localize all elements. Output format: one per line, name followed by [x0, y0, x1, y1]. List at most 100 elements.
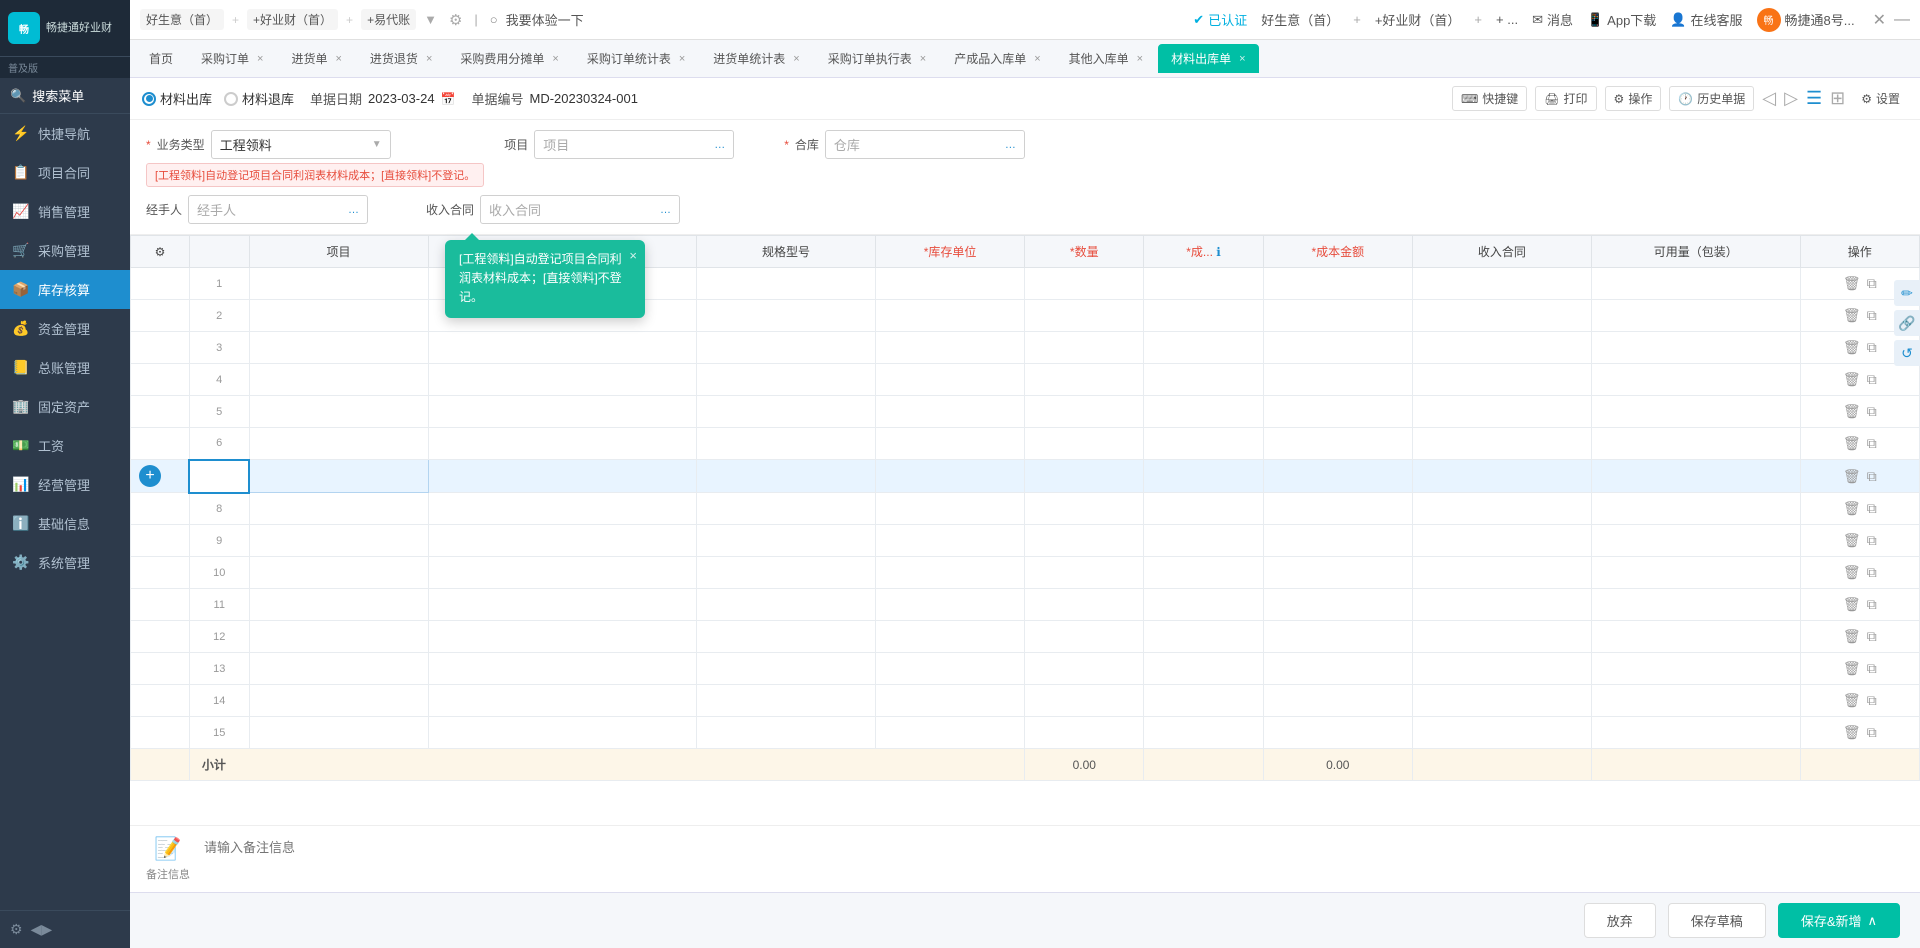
copy-icon-1[interactable]: ⧉ [1867, 275, 1877, 292]
td-cost-amount-5[interactable] [1263, 396, 1412, 428]
tab-close-goods-receipt[interactable]: × [335, 53, 341, 65]
td-u-14[interactable] [875, 685, 1024, 717]
td-av-10[interactable] [1591, 557, 1800, 589]
sidebar-item-finance[interactable]: 💰 资金管理 [0, 309, 130, 348]
td-sp-9[interactable] [696, 525, 875, 557]
td-quantity-2[interactable] [1025, 300, 1144, 332]
td-available-4[interactable] [1591, 364, 1800, 396]
topbar-tag-good2[interactable]: +好业财（首） [1375, 10, 1461, 29]
td-ca-11[interactable] [1263, 589, 1412, 621]
copy-icon-8[interactable]: ⧉ [1867, 500, 1877, 517]
warehouse-input[interactable]: 仓库 … [825, 130, 1025, 159]
td-cost-price-1[interactable] [1144, 268, 1263, 300]
sidebar-item-project[interactable]: 📋 项目合同 [0, 153, 130, 192]
delete-icon-6[interactable]: 🗑 [1843, 435, 1861, 452]
td-q-14[interactable] [1025, 685, 1144, 717]
td-cost-amount-6[interactable] [1263, 428, 1412, 460]
td-m-10[interactable] [428, 557, 696, 589]
sidebar-item-system[interactable]: ⚙️ 系统管理 [0, 543, 130, 582]
td-p-13[interactable] [249, 653, 428, 685]
sidebar-item-operations[interactable]: 📊 经营管理 [0, 465, 130, 504]
td-ic-12[interactable] [1412, 621, 1591, 653]
td-project-6[interactable] [249, 428, 428, 460]
quick-key-btn[interactable]: ⌨ 快捷键 [1452, 86, 1527, 111]
td-project-3[interactable] [249, 332, 428, 364]
td-m-14[interactable] [428, 685, 696, 717]
tab-goods-return[interactable]: 进货退货 × [357, 44, 445, 73]
nav-prev-icon[interactable]: ◁ [1762, 88, 1776, 109]
td-active-9[interactable] [1412, 460, 1591, 493]
tab-purchase-order[interactable]: 采购订单 × [188, 44, 276, 73]
tab-material-outbound[interactable]: 材料出库单 × [1158, 44, 1258, 73]
td-sp-11[interactable] [696, 589, 875, 621]
td-ic-9[interactable] [1412, 525, 1591, 557]
project-more-icon[interactable]: … [714, 139, 725, 151]
td-input-cell-1[interactable] [189, 460, 249, 493]
tab-close-purchase-stats[interactable]: × [679, 53, 685, 65]
td-q-9[interactable] [1025, 525, 1144, 557]
td-material-4[interactable] [428, 364, 696, 396]
copy-icon-add[interactable]: ⧉ [1867, 468, 1877, 485]
topbar-tag-3[interactable]: +易代账 [361, 9, 416, 30]
td-q-11[interactable] [1025, 589, 1144, 621]
td-p-12[interactable] [249, 621, 428, 653]
td-u-9[interactable] [875, 525, 1024, 557]
view-mode-grid-icon[interactable]: ⊞ [1830, 88, 1845, 109]
copy-icon-4[interactable]: ⧉ [1867, 371, 1877, 388]
td-input-cell-2[interactable] [249, 460, 428, 493]
topbar-tag-more[interactable]: + ... [1496, 12, 1518, 27]
topbar-tag-2[interactable]: +好业财（首） [247, 9, 338, 30]
radio-material-return[interactable]: 材料退库 [224, 89, 294, 108]
settings-gear-icon[interactable]: ⚙ [10, 921, 23, 938]
topbar-settings-icon[interactable]: ⚙ [449, 11, 462, 29]
delete-icon-13[interactable]: 🗑 [1843, 660, 1861, 677]
td-cp-11[interactable] [1144, 589, 1263, 621]
td-spec-2[interactable] [696, 300, 875, 332]
td-cost-amount-4[interactable] [1263, 364, 1412, 396]
calendar-icon[interactable]: 📅 [441, 92, 456, 106]
td-income-contract-1[interactable] [1412, 268, 1591, 300]
sidebar-item-ledger[interactable]: 📒 总账管理 [0, 348, 130, 387]
td-unit-6[interactable] [875, 428, 1024, 460]
td-spec-5[interactable] [696, 396, 875, 428]
delete-icon-9[interactable]: 🗑 [1843, 532, 1861, 549]
td-av-14[interactable] [1591, 685, 1800, 717]
td-spec-6[interactable] [696, 428, 875, 460]
td-unit-2[interactable] [875, 300, 1024, 332]
tab-purchase-stats[interactable]: 采购订单统计表 × [574, 44, 698, 73]
collapse-sidebar-icon[interactable]: ◀▶ [31, 921, 53, 938]
td-ca-12[interactable] [1263, 621, 1412, 653]
td-p-9[interactable] [249, 525, 428, 557]
tab-goods-receipt[interactable]: 进货单 × [278, 44, 354, 73]
td-ic-14[interactable] [1412, 685, 1591, 717]
td-spec-3[interactable] [696, 332, 875, 364]
copy-icon-11[interactable]: ⧉ [1867, 596, 1877, 613]
view-mode-list-icon[interactable]: ☰ [1806, 88, 1822, 109]
td-m-15[interactable] [428, 717, 696, 749]
topbar-msg[interactable]: ✉ 消息 [1532, 10, 1573, 29]
td-spec-4[interactable] [696, 364, 875, 396]
th-cost-info-icon[interactable]: ℹ [1216, 245, 1221, 259]
td-cp-8[interactable] [1144, 493, 1263, 525]
td-p-8[interactable] [249, 493, 428, 525]
topbar-tag-good1[interactable]: 好生意（首） [1261, 10, 1339, 29]
delete-icon-15[interactable]: 🗑 [1843, 724, 1861, 741]
delete-icon-8[interactable]: 🗑 [1843, 500, 1861, 517]
td-income-contract-2[interactable] [1412, 300, 1591, 332]
sidebar-item-quicknav[interactable]: ⚡ 快捷导航 [0, 114, 130, 153]
td-unit-1[interactable] [875, 268, 1024, 300]
td-quantity-3[interactable] [1025, 332, 1144, 364]
copy-icon-5[interactable]: ⧉ [1867, 403, 1877, 420]
td-active-6[interactable] [1025, 460, 1144, 493]
td-available-1[interactable] [1591, 268, 1800, 300]
topbar-experience[interactable]: 我要体验一下 [506, 10, 584, 29]
tooltip-close-icon[interactable]: × [629, 246, 637, 267]
nav-next-icon[interactable]: ▷ [1784, 88, 1798, 109]
discard-button[interactable]: 放弃 [1584, 903, 1656, 938]
td-ca-8[interactable] [1263, 493, 1412, 525]
td-cp-15[interactable] [1144, 717, 1263, 749]
td-cost-price-6[interactable] [1144, 428, 1263, 460]
td-m-13[interactable] [428, 653, 696, 685]
td-income-contract-3[interactable] [1412, 332, 1591, 364]
td-p-14[interactable] [249, 685, 428, 717]
